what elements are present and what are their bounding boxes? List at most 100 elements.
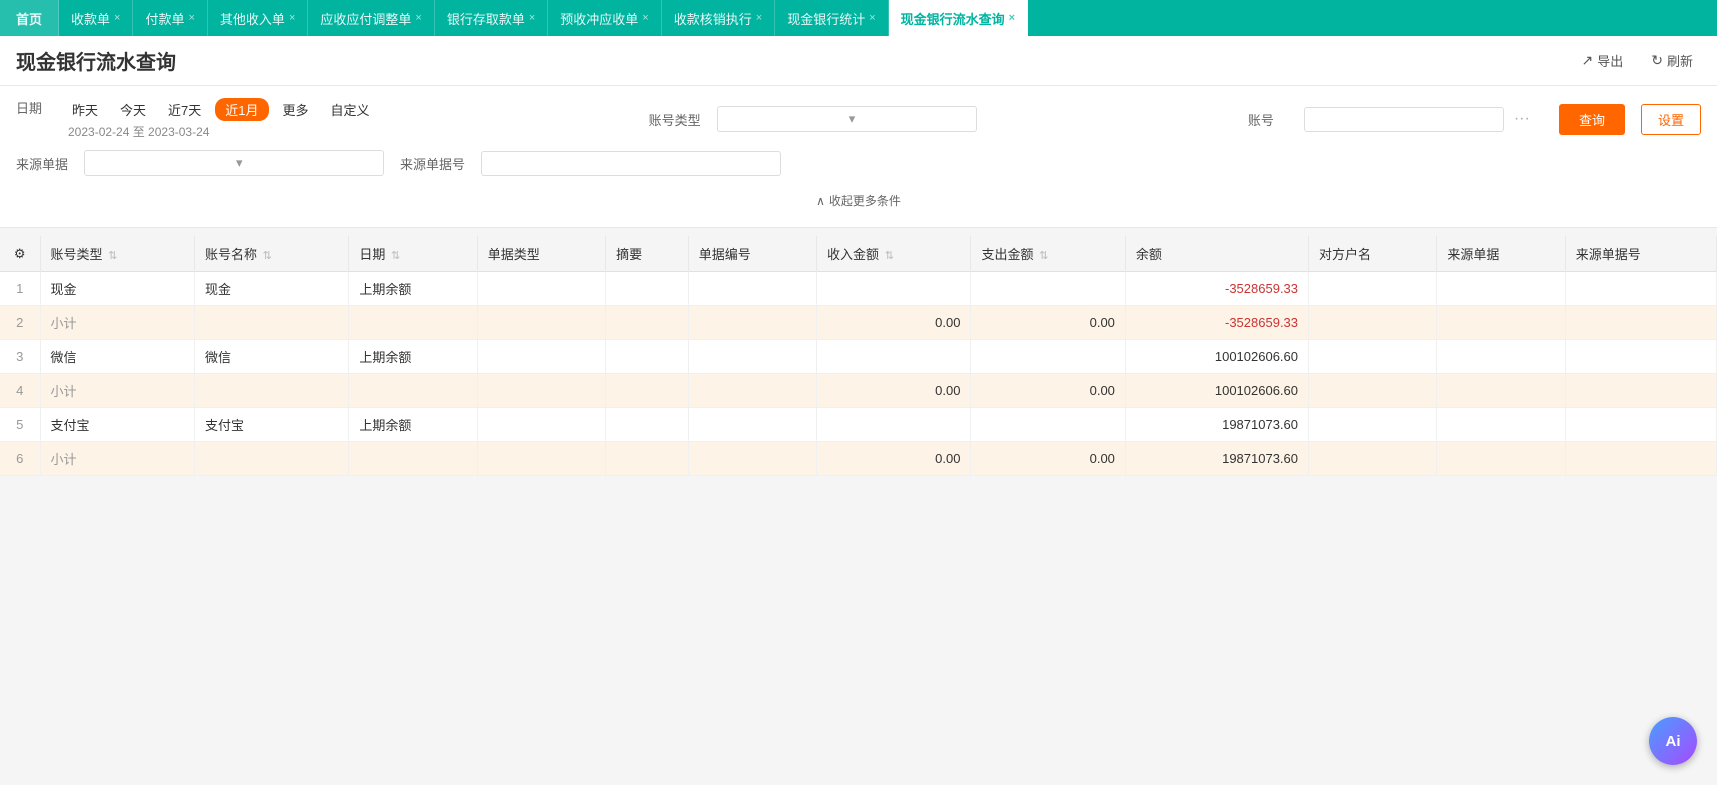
source-doc-num-input[interactable] [481, 151, 781, 176]
col-settings[interactable]: ⚙ [0, 236, 40, 272]
close-icon-5[interactable]: × [642, 12, 648, 24]
col-counterpart-label: 对方户名 [1319, 247, 1371, 262]
nav-tab-5[interactable]: 预收冲应收单 × [548, 0, 661, 36]
more-dots-icon[interactable]: ··· [1510, 106, 1534, 132]
cell-date [349, 442, 477, 476]
account-input[interactable] [1304, 107, 1504, 132]
cell-date [349, 306, 477, 340]
table-container: ⚙ 账号类型 ⇅ 账号名称 ⇅ 日期 ⇅ 单据类型 摘要 [0, 236, 1717, 476]
custom-option[interactable]: 自定义 [323, 98, 378, 121]
col-date[interactable]: 日期 ⇅ [349, 236, 477, 272]
ai-assistant-button[interactable]: Ai [1649, 717, 1697, 765]
col-summary[interactable]: 摘要 [606, 236, 689, 272]
close-icon-6[interactable]: × [756, 12, 762, 24]
cell-num: 3 [0, 340, 40, 374]
cell-date: 上期余额 [349, 272, 477, 306]
col-account-name[interactable]: 账号名称 ⇅ [194, 236, 348, 272]
nav-tab-8[interactable]: 现金银行流水查询 × [889, 0, 1028, 36]
table-row: 6 小计 0.00 0.00 19871073.60 [0, 442, 1717, 476]
filter-area: 日期 昨天 今天 近7天 近1月 更多 自定义 2023-02-24 至 202… [0, 86, 1717, 228]
cell-counterpart [1309, 442, 1437, 476]
nav-tab-4[interactable]: 银行存取款单 × [435, 0, 548, 36]
table-body: 1 现金 现金 上期余额 -3528659.33 2 小计 0.00 0.00 … [0, 272, 1717, 476]
cell-account-name [194, 374, 348, 408]
col-source-doc-no[interactable]: 来源单据号 [1565, 236, 1716, 272]
account-type-select[interactable]: ▾ [717, 106, 977, 132]
export-button[interactable]: ↗ 导出 [1574, 47, 1632, 74]
cell-source-doc-no [1565, 442, 1716, 476]
close-icon-4[interactable]: × [529, 12, 535, 24]
settings-button[interactable]: 设置 [1641, 104, 1701, 135]
col-balance[interactable]: 余额 [1125, 236, 1308, 272]
cell-balance: 19871073.60 [1125, 442, 1308, 476]
nav-tab-3[interactable]: 应收应付调整单 × [308, 0, 434, 36]
yesterday-option[interactable]: 昨天 [64, 98, 106, 121]
month-option[interactable]: 近1月 [215, 98, 268, 121]
source-doc-select[interactable]: ▾ [84, 150, 384, 176]
header-actions: ↗ 导出 ↻ 刷新 [1574, 47, 1702, 74]
col-date-label: 日期 [359, 247, 385, 262]
close-icon-2[interactable]: × [289, 12, 295, 24]
cell-account-name: 支付宝 [194, 408, 348, 442]
query-button[interactable]: 查询 [1559, 104, 1625, 135]
col-doc-no[interactable]: 单据编号 [688, 236, 816, 272]
date-range-display: 2023-02-24 至 2023-03-24 [68, 123, 378, 140]
cell-account-type: 支付宝 [40, 408, 194, 442]
cell-doc-type [477, 442, 605, 476]
nav-tab-home[interactable]: 首页 [0, 0, 59, 36]
cell-counterpart [1309, 374, 1437, 408]
cell-source-doc [1437, 374, 1565, 408]
sort-icon-date: ⇅ [391, 250, 400, 262]
col-counterpart[interactable]: 对方户名 [1309, 236, 1437, 272]
cell-account-name [194, 306, 348, 340]
sort-icon-expense: ⇅ [1039, 250, 1048, 262]
cell-balance: 100102606.60 [1125, 374, 1308, 408]
cell-doc-no [688, 306, 816, 340]
cell-source-doc-no [1565, 374, 1716, 408]
col-source-doc[interactable]: 来源单据 [1437, 236, 1565, 272]
col-balance-label: 余额 [1136, 247, 1162, 262]
cell-account-name: 微信 [194, 340, 348, 374]
col-expense[interactable]: 支出金额 ⇅ [971, 236, 1125, 272]
close-icon-8[interactable]: × [1009, 12, 1015, 24]
close-icon-7[interactable]: × [869, 12, 875, 24]
close-icon-0[interactable]: × [114, 12, 120, 24]
refresh-button[interactable]: ↻ 刷新 [1643, 47, 1701, 74]
col-doc-type[interactable]: 单据类型 [477, 236, 605, 272]
cell-balance: -3528659.33 [1125, 306, 1308, 340]
cell-source-doc-no [1565, 272, 1716, 306]
cell-doc-no [688, 340, 816, 374]
cell-num: 1 [0, 272, 40, 306]
col-income-label: 收入金额 [827, 247, 879, 262]
today-option[interactable]: 今天 [112, 98, 154, 121]
account-type-label: 账号类型 [649, 110, 701, 129]
sort-icon-account-name: ⇅ [263, 250, 272, 262]
cell-doc-type [477, 306, 605, 340]
nav-tab-2[interactable]: 其他收入单 × [208, 0, 308, 36]
col-expense-label: 支出金额 [981, 247, 1033, 262]
cell-income: 0.00 [817, 374, 971, 408]
page-title: 现金银行流水查询 [16, 46, 176, 75]
date-label: 日期 [16, 98, 56, 117]
more-date-option[interactable]: 更多 [275, 98, 317, 121]
week-option[interactable]: 近7天 [160, 98, 209, 121]
col-income[interactable]: 收入金额 ⇅ [817, 236, 971, 272]
cell-doc-type [477, 408, 605, 442]
collapse-bar[interactable]: ∧ 收起更多条件 [16, 186, 1701, 215]
tab-label-1: 付款单 [145, 9, 184, 28]
table-settings-icon[interactable]: ⚙ [14, 246, 26, 261]
nav-tab-1[interactable]: 付款单 × [133, 0, 207, 36]
nav-tab-0[interactable]: 收款单 × [59, 0, 133, 36]
close-icon-3[interactable]: × [415, 12, 421, 24]
nav-tab-6[interactable]: 收款核销执行 × [662, 0, 775, 36]
cell-expense [971, 272, 1125, 306]
sort-icon-account-type: ⇅ [108, 250, 117, 262]
cell-doc-no [688, 408, 816, 442]
close-icon-1[interactable]: × [188, 12, 194, 24]
col-account-type[interactable]: 账号类型 ⇅ [40, 236, 194, 272]
nav-tab-7[interactable]: 现金银行统计 × [775, 0, 888, 36]
col-doc-type-label: 单据类型 [488, 247, 540, 262]
cell-num: 2 [0, 306, 40, 340]
cell-income: 0.00 [817, 442, 971, 476]
tab-label-5: 预收冲应收单 [560, 9, 638, 28]
